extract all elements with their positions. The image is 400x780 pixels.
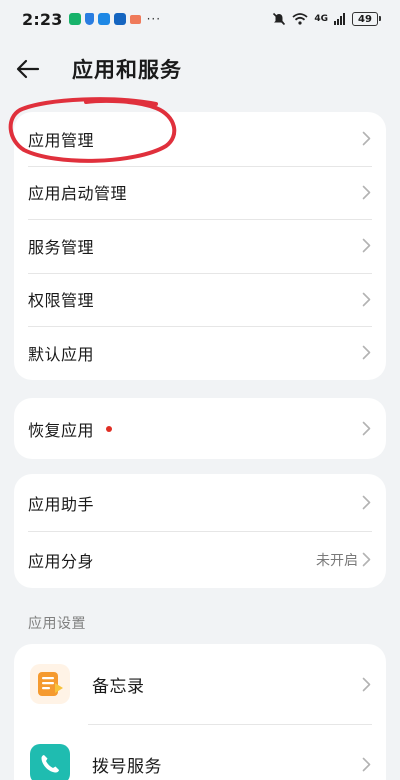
row-label: 应用分身: [28, 551, 95, 571]
row-app-assistant[interactable]: 应用助手: [14, 474, 386, 531]
status-right: 4G 49: [272, 12, 381, 26]
back-arrow-icon: [16, 59, 40, 79]
more-notifications-icon: ···: [146, 12, 162, 26]
row-label: 应用启动管理: [28, 184, 128, 204]
status-bar: 2:23 ··· 4G 49: [0, 0, 400, 38]
app-label: 备忘录: [92, 676, 145, 697]
chevron-right-icon: [362, 184, 372, 200]
row-permission-management[interactable]: 权限管理: [14, 272, 386, 327]
status-time: 2:23: [22, 9, 63, 29]
section-header-app-settings: 应用设置: [28, 616, 86, 632]
chevron-right-icon: [362, 756, 372, 772]
wifi-icon: [292, 13, 308, 25]
row-label: 应用助手: [28, 494, 95, 514]
restore-apps-card: 恢复应用: [14, 398, 386, 459]
shield-notification-icon: [84, 13, 94, 25]
mute-icon: [273, 12, 286, 26]
row-label: 默认应用: [28, 344, 95, 364]
row-label: 权限管理: [28, 291, 95, 311]
back-button[interactable]: [16, 46, 64, 92]
row-service-management[interactable]: 服务管理: [14, 219, 386, 273]
row-dialer-service[interactable]: 拨号服务: [14, 724, 386, 780]
mail-notification-icon: [129, 14, 141, 24]
header: 应用和服务: [0, 46, 400, 92]
page-title: 应用和服务: [72, 58, 182, 82]
app-assistant-card: 应用助手 应用分身 未开启: [14, 474, 386, 588]
row-notepad[interactable]: 备忘录: [14, 644, 386, 724]
new-badge-dot: [106, 425, 113, 432]
row-app-twin[interactable]: 应用分身 未开启: [14, 531, 386, 588]
row-label: 恢复应用: [28, 420, 95, 440]
signal-type: 4G: [314, 14, 328, 24]
app-notification-icon: [113, 13, 126, 25]
chat-notification-icon: [97, 13, 110, 25]
chevron-right-icon: [362, 131, 372, 147]
screen: 2:23 ··· 4G 49 应用和服务 应用管理 应用启动管理 服务管理 权限…: [0, 0, 400, 780]
signal-icon: [334, 13, 345, 25]
chevron-right-icon: [362, 291, 372, 307]
battery-level: 49: [358, 13, 372, 25]
battery-icon: 49: [352, 12, 381, 26]
row-status-value: 未开启: [316, 552, 358, 569]
row-label: 应用管理: [28, 130, 95, 150]
phone-icon: [30, 744, 70, 780]
chevron-right-icon: [362, 345, 372, 361]
row-restore-apps[interactable]: 恢复应用: [14, 398, 386, 459]
row-app-launch-management[interactable]: 应用启动管理: [14, 165, 386, 220]
notepad-icon: [30, 664, 70, 704]
notification-icons: ···: [68, 12, 162, 26]
app-label: 拨号服务: [92, 756, 162, 777]
chevron-right-icon: [362, 676, 372, 692]
app-management-card: 应用管理 应用启动管理 服务管理 权限管理 默认应用: [14, 112, 386, 380]
phone-notification-icon: [68, 13, 81, 25]
chevron-right-icon: [362, 552, 372, 568]
chevron-right-icon: [362, 421, 372, 437]
chevron-right-icon: [362, 495, 372, 511]
row-label: 服务管理: [28, 237, 95, 257]
app-settings-card: 备忘录 拨号服务: [14, 644, 386, 780]
row-app-management[interactable]: 应用管理: [14, 112, 386, 166]
row-default-apps[interactable]: 默认应用: [14, 326, 386, 380]
chevron-right-icon: [362, 238, 372, 254]
